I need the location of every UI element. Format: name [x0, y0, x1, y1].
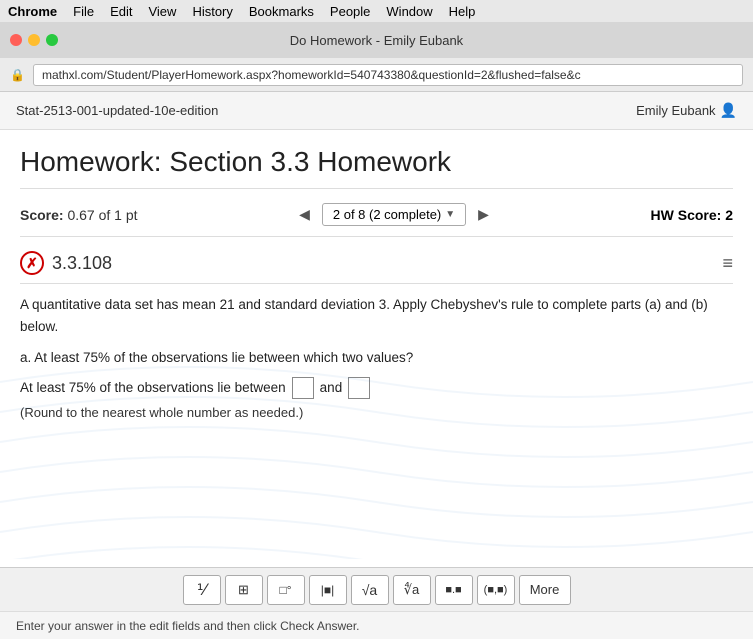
question-id-text: 3.3.108 — [52, 253, 112, 274]
minimize-button[interactable] — [28, 34, 40, 46]
fraction-button[interactable]: ⅟ — [183, 575, 221, 605]
menu-window[interactable]: Window — [386, 4, 432, 19]
lock-icon: 🔒 — [10, 68, 25, 82]
homework-title: Homework: Section 3.3 Homework — [20, 146, 733, 189]
main-content: Homework: Section 3.3 Homework Score: 0.… — [0, 130, 753, 639]
interval-button[interactable]: (■,■) — [477, 575, 515, 605]
hw-score: HW Score: 2 — [651, 207, 733, 223]
menu-edit[interactable]: Edit — [110, 4, 132, 19]
url-bar[interactable]: mathxl.com/Student/PlayerHomework.aspx?h… — [33, 64, 743, 86]
more-button[interactable]: More — [519, 575, 571, 605]
absolute-button[interactable]: |■| — [309, 575, 347, 605]
nthroot-button[interactable]: ∜a — [393, 575, 431, 605]
question-body: A quantitative data set has mean 21 and … — [20, 294, 733, 424]
prev-arrow[interactable]: ◀ — [295, 204, 314, 225]
absolute-icon: |■| — [321, 583, 334, 597]
score-label: Score: — [20, 207, 64, 223]
answer-connector: and — [320, 377, 343, 399]
menu-view[interactable]: View — [148, 4, 176, 19]
course-header: Stat-2513-001-updated-10e-edition Emily … — [0, 92, 753, 130]
menu-bookmarks[interactable]: Bookmarks — [249, 4, 314, 19]
answer-box-1[interactable] — [292, 377, 314, 399]
question-menu-icon[interactable]: ≡ — [722, 253, 733, 274]
user-info: Emily Eubank 👤 — [636, 102, 737, 119]
address-bar: 🔒 mathxl.com/Student/PlayerHomework.aspx… — [0, 58, 753, 92]
decimal-button[interactable]: ■.■ — [435, 575, 473, 605]
answer-line: At least 75% of the observations lie bet… — [20, 377, 733, 399]
question-id-row: ✗ 3.3.108 — [20, 251, 112, 275]
menu-bar: Chrome File Edit View History Bookmarks … — [0, 0, 753, 22]
answer-note: (Round to the nearest whole number as ne… — [20, 403, 733, 424]
window-title: Do Homework - Emily Eubank — [290, 33, 463, 48]
footer-bar: Enter your answer in the edit fields and… — [0, 611, 753, 639]
matrix-icon: ⊞ — [238, 582, 249, 598]
fraction-icon: ⅟ — [197, 580, 206, 600]
menu-help[interactable]: Help — [449, 4, 476, 19]
answer-prefix: At least 75% of the observations lie bet… — [20, 377, 286, 399]
menu-app[interactable]: Chrome — [8, 4, 57, 19]
maximize-button[interactable] — [46, 34, 58, 46]
answer-box-2[interactable] — [348, 377, 370, 399]
course-name: Stat-2513-001-updated-10e-edition — [16, 103, 218, 118]
menu-people[interactable]: People — [330, 4, 370, 19]
part-a-label: a. At least 75% of the observations lie … — [20, 347, 733, 369]
more-label: More — [530, 582, 560, 597]
degree-button[interactable]: □° — [267, 575, 305, 605]
user-icon: 👤 — [720, 102, 737, 119]
browser-content: Stat-2513-001-updated-10e-edition Emily … — [0, 92, 753, 639]
sqrt-button[interactable]: √a — [351, 575, 389, 605]
math-toolbar: ⅟ ⊞ □° |■| √a ∜a ■.■ (■,■) More — [0, 567, 753, 611]
nav-progress[interactable]: 2 of 8 (2 complete) ▼ — [322, 203, 466, 226]
score-value: 0.67 of 1 pt — [67, 207, 137, 223]
score-bar: Score: 0.67 of 1 pt ◀ 2 of 8 (2 complete… — [20, 203, 733, 237]
interval-icon: (■,■) — [484, 584, 508, 596]
nthroot-icon: ∜a — [404, 582, 420, 598]
traffic-lights — [10, 34, 58, 46]
question-header: ✗ 3.3.108 ≡ — [20, 251, 733, 284]
nav-controls: ◀ 2 of 8 (2 complete) ▼ ▶ — [295, 203, 493, 226]
decimal-icon: ■.■ — [445, 584, 461, 596]
progress-text: 2 of 8 (2 complete) — [333, 207, 441, 222]
dropdown-arrow-icon: ▼ — [445, 209, 455, 220]
score-info: Score: 0.67 of 1 pt — [20, 207, 138, 223]
menu-file[interactable]: File — [73, 4, 94, 19]
menu-history[interactable]: History — [192, 4, 232, 19]
question-main-text: A quantitative data set has mean 21 and … — [20, 294, 733, 337]
username: Emily Eubank — [636, 103, 715, 118]
degree-icon: □° — [279, 583, 291, 597]
wrong-icon: ✗ — [20, 251, 44, 275]
title-bar: Do Homework - Emily Eubank — [0, 22, 753, 58]
footer-text: Enter your answer in the edit fields and… — [16, 619, 360, 633]
matrix-button[interactable]: ⊞ — [225, 575, 263, 605]
close-button[interactable] — [10, 34, 22, 46]
sqrt-icon: √a — [362, 582, 377, 598]
next-arrow[interactable]: ▶ — [474, 204, 493, 225]
